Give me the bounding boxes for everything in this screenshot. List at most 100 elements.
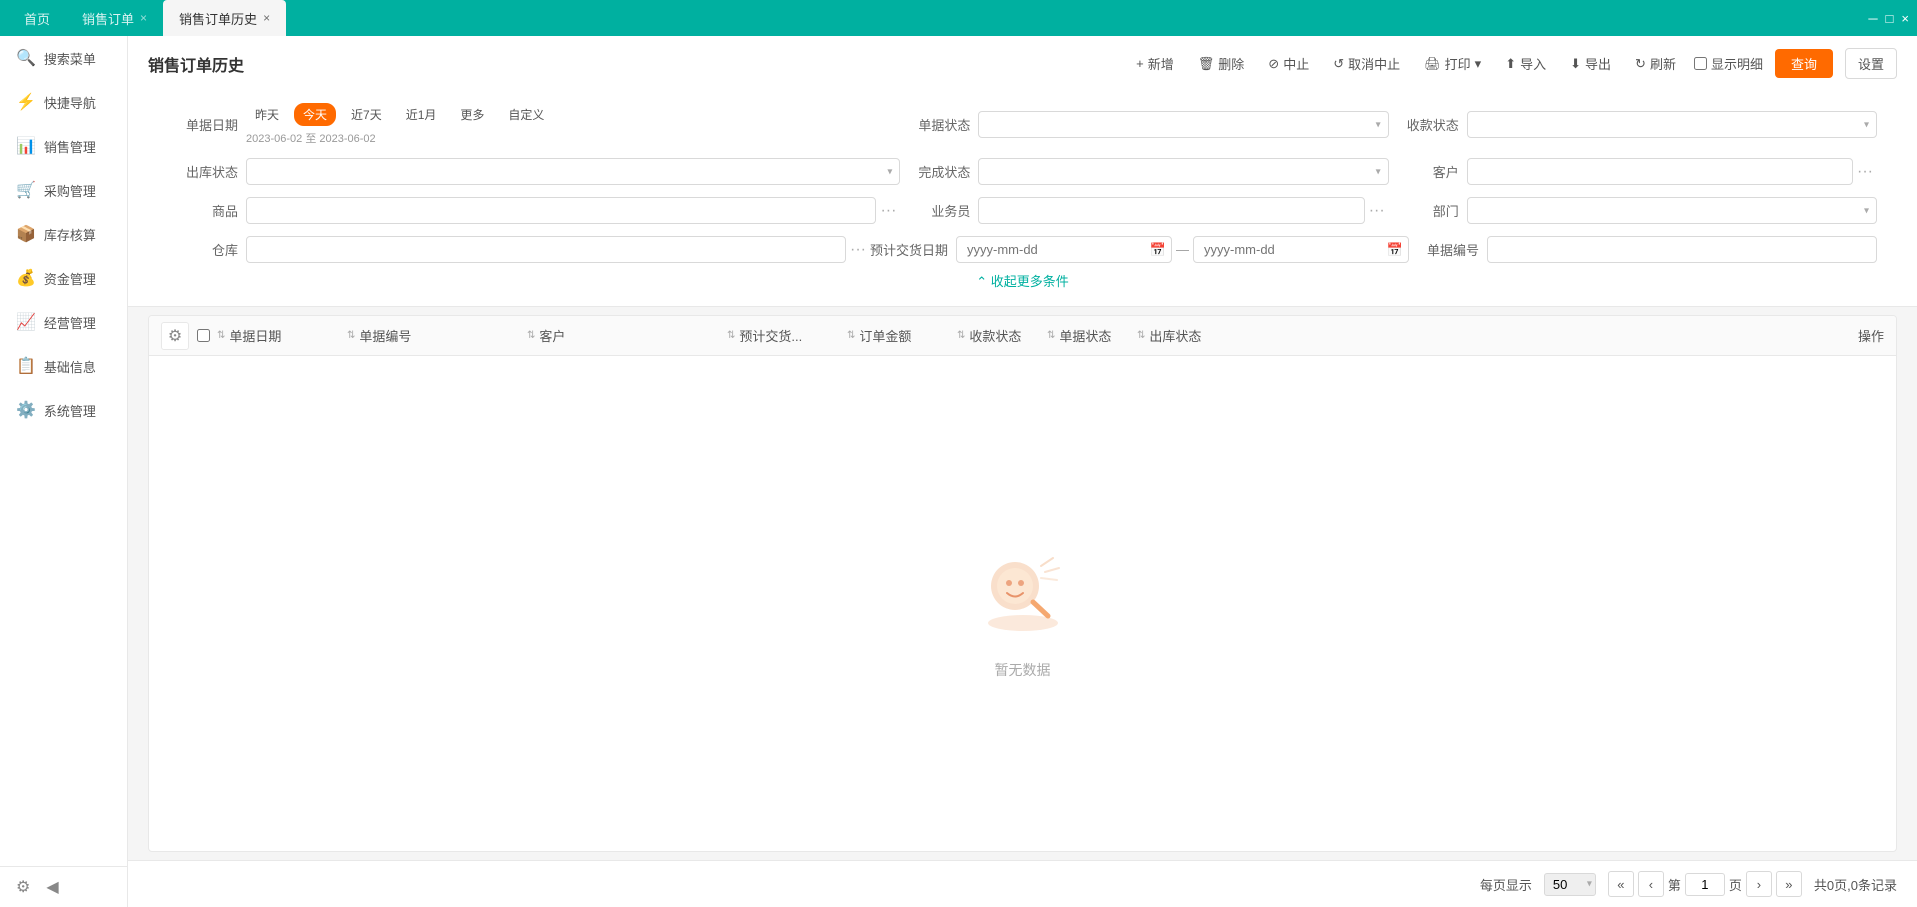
stop-button[interactable]: ⊘ 中止 xyxy=(1262,50,1315,77)
salesperson-input[interactable] xyxy=(978,197,1364,224)
sort-icon-pay: ⇅ xyxy=(957,330,965,341)
tab-sales-order[interactable]: 销售订单 × xyxy=(66,0,163,36)
collapse-filters-button[interactable]: ⌃ 收起更多条件 xyxy=(168,267,1877,294)
table-settings-button[interactable]: ⚙ xyxy=(161,322,189,350)
customer-label: 客户 xyxy=(1389,162,1459,181)
stock-status-select[interactable] xyxy=(246,158,900,185)
th-bill-status[interactable]: ⇅ 单据状态 xyxy=(1047,326,1137,345)
print-label: 打印 xyxy=(1445,54,1471,73)
sidebar-item-quick-nav[interactable]: ⚡ 快捷导航 xyxy=(0,80,127,124)
sidebar-item-base-info[interactable]: 📋 基础信息 xyxy=(0,344,127,388)
tab-home[interactable]: 首页 xyxy=(8,0,66,36)
date-btn-more[interactable]: 更多 xyxy=(451,103,493,126)
date-btn-1month[interactable]: 近1月 xyxy=(397,103,446,126)
delivery-date-from-calendar-icon[interactable]: 📅 xyxy=(1150,242,1166,258)
th-stock-status[interactable]: ⇅ 出库状态 xyxy=(1137,326,1227,345)
filter-row-4: 仓库 ··· 预计交货日期 📅 — xyxy=(168,236,1877,263)
th-amount[interactable]: ⇅ 订单金额 xyxy=(847,326,957,345)
delete-button[interactable]: 🗑 删除 xyxy=(1192,50,1251,77)
select-all-checkbox[interactable] xyxy=(197,329,210,342)
customer-ellipsis-icon[interactable]: ··· xyxy=(1853,163,1877,181)
prev-page-button[interactable]: ‹ xyxy=(1638,871,1664,897)
date-btn-yesterday[interactable]: 昨天 xyxy=(246,103,288,126)
sidebar-item-sys[interactable]: ⚙️ 系统管理 xyxy=(0,388,127,432)
query-button[interactable]: 查询 xyxy=(1775,49,1833,78)
new-button[interactable]: + 新增 xyxy=(1130,50,1180,77)
sidebar-settings-icon[interactable]: ⚙ xyxy=(16,877,30,897)
tab-sales-order-history[interactable]: 销售订单历史 × xyxy=(163,0,286,36)
show-detail-toggle[interactable]: 显示明细 xyxy=(1694,54,1763,73)
per-page-select[interactable]: 50 100 200 xyxy=(1544,873,1596,896)
sidebar-item-finance[interactable]: 💰 资金管理 xyxy=(0,256,127,300)
sidebar-item-sys-label: 系统管理 xyxy=(44,401,96,420)
th-stock-label: 出库状态 xyxy=(1149,326,1201,345)
delivery-date-to-input[interactable] xyxy=(1193,236,1409,263)
print-button[interactable]: 🖨 打印 ▾ xyxy=(1418,50,1487,77)
print-dropdown-icon: ▾ xyxy=(1475,56,1482,72)
topbar-maximize-icon[interactable]: □ xyxy=(1886,11,1894,26)
refresh-button[interactable]: ↻ 刷新 xyxy=(1629,50,1682,77)
product-ellipsis-icon[interactable]: ··· xyxy=(876,202,900,220)
th-date[interactable]: ⇅ 单据日期 xyxy=(217,326,347,345)
customer-input[interactable] xyxy=(1467,158,1853,185)
sidebar-item-purchase[interactable]: 🛒 采购管理 xyxy=(0,168,127,212)
payment-status-select[interactable] xyxy=(1467,111,1877,138)
sort-icon-date: ⇅ xyxy=(217,330,225,341)
th-customer[interactable]: ⇅ 客户 xyxy=(527,326,727,345)
sidebar-item-business[interactable]: 📈 经营管理 xyxy=(0,300,127,344)
date-btn-today[interactable]: 今天 xyxy=(294,103,336,126)
show-detail-checkbox[interactable] xyxy=(1694,57,1707,70)
department-control: ▾ xyxy=(1467,197,1877,224)
sidebar-item-sales[interactable]: 📊 销售管理 xyxy=(0,124,127,168)
first-page-button[interactable]: « xyxy=(1608,871,1634,897)
warehouse-input[interactable] xyxy=(246,236,846,263)
layout: 🔍 搜索菜单 ⚡ 快捷导航 📊 销售管理 🛒 采购管理 📦 库存核算 💰 资金管… xyxy=(0,36,1917,907)
close-sales-order-history-icon[interactable]: × xyxy=(263,11,270,25)
bill-no-input[interactable] xyxy=(1487,236,1877,263)
th-pay-status[interactable]: ⇅ 收款状态 xyxy=(957,326,1047,345)
next-page-button[interactable]: › xyxy=(1746,871,1772,897)
salesperson-ellipsis-icon[interactable]: ··· xyxy=(1365,202,1389,220)
delete-icon: 🗑 xyxy=(1198,56,1215,72)
close-sales-order-icon[interactable]: × xyxy=(140,11,147,25)
last-page-button[interactable]: » xyxy=(1776,871,1802,897)
business-icon: 📈 xyxy=(16,312,36,332)
product-input[interactable] xyxy=(246,197,876,224)
warehouse-ellipsis-icon[interactable]: ··· xyxy=(846,241,870,259)
complete-status-select[interactable] xyxy=(978,158,1388,185)
bill-status-select[interactable] xyxy=(978,111,1388,138)
cancel-stop-button[interactable]: ↺ 取消中止 xyxy=(1327,50,1406,77)
sidebar-collapse-icon[interactable]: ◀ xyxy=(46,877,58,897)
delivery-date-to-calendar-icon[interactable]: 📅 xyxy=(1387,242,1403,258)
date-btn-custom[interactable]: 自定义 xyxy=(499,103,553,126)
stock-status-control: ▾ xyxy=(246,158,900,185)
department-select[interactable] xyxy=(1467,197,1877,224)
export-label: 导出 xyxy=(1585,54,1611,73)
tab-home-label: 首页 xyxy=(24,9,50,28)
topbar-close-icon[interactable]: × xyxy=(1901,11,1909,26)
filter-delivery-date: 预计交货日期 📅 — 📅 xyxy=(870,236,1409,263)
sidebar-item-inventory[interactable]: 📦 库存核算 xyxy=(0,212,127,256)
th-delivery-label: 预计交货... xyxy=(739,326,802,345)
export-button[interactable]: ⬇ 导出 xyxy=(1564,50,1617,77)
import-button[interactable]: ⬆ 导入 xyxy=(1499,50,1552,77)
settings-button[interactable]: 设置 xyxy=(1845,48,1897,79)
sidebar-item-search-menu[interactable]: 🔍 搜索菜单 xyxy=(0,36,127,80)
th-delivery[interactable]: ⇅ 预计交货... xyxy=(727,326,847,345)
sidebar-item-finance-label: 资金管理 xyxy=(44,269,96,288)
bill-no-control xyxy=(1487,236,1877,263)
main-content: 销售订单历史 + 新增 🗑 删除 ⊘ 中止 ↺ xyxy=(128,36,1917,907)
sales-icon: 📊 xyxy=(16,136,36,156)
tab-sales-order-history-label: 销售订单历史 xyxy=(179,9,257,28)
th-no[interactable]: ⇅ 单据编号 xyxy=(347,326,527,345)
delivery-date-from-input[interactable] xyxy=(956,236,1172,263)
sort-icon-status: ⇅ xyxy=(1047,330,1055,341)
th-no-label: 单据编号 xyxy=(359,326,411,345)
topbar-minimize-icon[interactable]: ─ xyxy=(1868,11,1877,26)
filter-payment-status: 收款状态 ▾ xyxy=(1389,111,1877,138)
current-page-input[interactable] xyxy=(1685,873,1725,896)
filter-bill-no: 单据编号 xyxy=(1409,236,1877,263)
date-btn-7days[interactable]: 近7天 xyxy=(342,103,391,126)
filter-product: 商品 ··· xyxy=(168,197,900,224)
salesperson-control: ··· xyxy=(978,197,1388,224)
